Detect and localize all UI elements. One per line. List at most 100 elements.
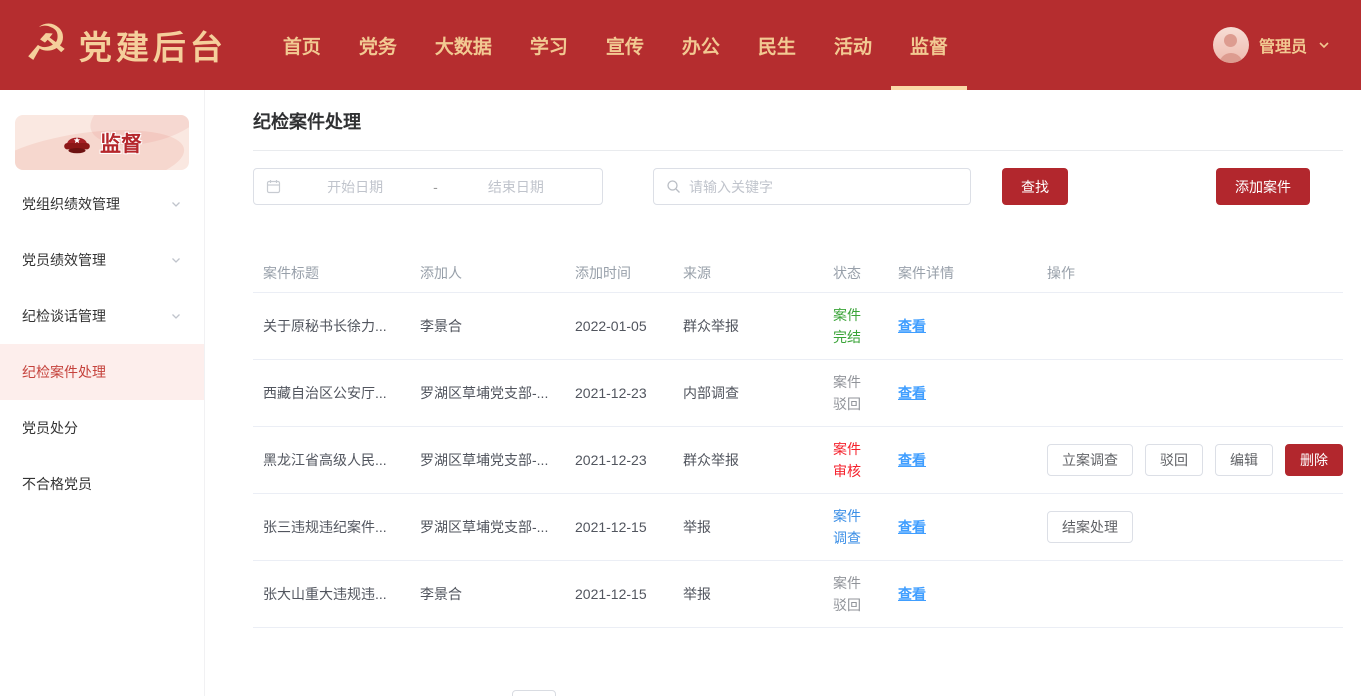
case-detail-cell: 查看 <box>890 383 1035 403</box>
action-button[interactable]: 删除 <box>1285 444 1343 476</box>
case-actions-cell: 结案处理 <box>1035 511 1343 543</box>
view-detail-link[interactable]: 查看 <box>898 318 926 334</box>
column-header: 添加人 <box>420 263 575 283</box>
case-title: 关于原秘书长徐力... <box>263 316 420 336</box>
user-menu[interactable]: 管理员 <box>1213 27 1331 63</box>
table-row: 张大山重大违规违...李景合2021-12-15举报案件驳回查看 <box>253 561 1343 628</box>
case-status-cell: 案件完结 <box>833 304 890 348</box>
case-creator: 李景合 <box>420 316 575 336</box>
nav-item-4[interactable]: 学习 <box>530 0 568 90</box>
sidebar-item-4[interactable]: 纪检案件处理 <box>0 344 204 400</box>
sidebar-item-label: 党组织绩效管理 <box>22 194 120 214</box>
keyword-search[interactable] <box>653 168 971 205</box>
nav-item-5[interactable]: 宣传 <box>606 0 644 90</box>
chevron-down-icon <box>1317 38 1331 52</box>
case-source: 举报 <box>683 517 833 537</box>
action-button[interactable]: 结案处理 <box>1047 511 1133 543</box>
title-divider <box>253 150 1343 151</box>
date-range-picker[interactable]: - <box>253 168 603 205</box>
column-header: 案件详情 <box>890 263 1035 283</box>
column-header: 操作 <box>1035 263 1343 283</box>
status-badge: 案件审核 <box>833 438 869 482</box>
table-row: 张三违规违纪案件...罗湖区草埔党支部-...2021-12-15举报案件调查查… <box>253 494 1343 561</box>
end-date-input[interactable] <box>442 179 590 195</box>
start-date-input[interactable] <box>281 179 429 195</box>
nav-item-6[interactable]: 办公 <box>682 0 720 90</box>
table-row: 西藏自治区公安厅...罗湖区草埔党支部-...2021-12-23内部调查案件驳… <box>253 360 1343 427</box>
case-title: 黑龙江省高级人民... <box>263 450 420 470</box>
top-header: ☭ 党建后台 首页党务大数据学习宣传办公民生活动监督 管理员 <box>0 0 1361 90</box>
party-emblem-icon: ☭ <box>24 18 69 68</box>
date-separator: - <box>429 179 442 195</box>
nav-item-8[interactable]: 活动 <box>834 0 872 90</box>
case-source: 群众举报 <box>683 316 833 336</box>
case-detail-cell: 查看 <box>890 517 1035 537</box>
supervision-cap-icon <box>62 131 92 154</box>
column-header: 案件标题 <box>263 263 420 283</box>
table-header: 案件标题添加人添加时间来源状态案件详情操作 <box>253 253 1343 293</box>
case-date: 2022-01-05 <box>575 318 683 334</box>
page-title: 纪检案件处理 <box>253 108 1343 134</box>
table-row: 关于原秘书长徐力...李景合2022-01-05群众举报案件完结 查看 <box>253 293 1343 360</box>
add-case-button[interactable]: 添加案件 <box>1216 168 1310 205</box>
app-title: 党建后台 <box>79 21 227 69</box>
view-detail-link[interactable]: 查看 <box>898 586 926 602</box>
sidebar-item-5[interactable]: 党员处分 <box>0 400 204 456</box>
keyword-input[interactable] <box>689 179 958 195</box>
view-detail-link[interactable]: 查看 <box>898 385 926 401</box>
nav-item-9[interactable]: 监督 <box>910 0 948 90</box>
status-badge: 案件完结 <box>833 304 869 348</box>
action-button[interactable]: 编辑 <box>1215 444 1273 476</box>
view-detail-link[interactable]: 查看 <box>898 519 926 535</box>
chevron-down-icon <box>170 254 182 266</box>
nav-item-2[interactable]: 党务 <box>359 0 397 90</box>
case-creator: 罗湖区草埔党支部-... <box>420 383 575 403</box>
nav-item-3[interactable]: 大数据 <box>435 0 492 90</box>
user-name: 管理员 <box>1259 33 1307 57</box>
sidebar-item-label: 党员处分 <box>22 418 78 438</box>
case-detail-cell: 查看 <box>890 584 1035 604</box>
case-actions-cell: 立案调查驳回编辑删除 <box>1035 444 1343 476</box>
app-logo[interactable]: ☭ 党建后台 <box>24 20 227 70</box>
sidebar: 监督 党组织绩效管理党员绩效管理纪检谈话管理纪检案件处理党员处分不合格党员 <box>0 90 205 696</box>
sidebar-item-label: 纪检案件处理 <box>22 362 106 382</box>
avatar <box>1213 27 1249 63</box>
column-header: 状态 <box>833 263 890 283</box>
case-status-cell: 案件驳回 <box>833 371 890 415</box>
table-body: 关于原秘书长徐力...李景合2022-01-05群众举报案件完结查看西藏自治区公… <box>253 293 1343 628</box>
case-date: 2021-12-15 <box>575 519 683 535</box>
column-header: 来源 <box>683 263 833 283</box>
action-button[interactable]: 立案调查 <box>1047 444 1133 476</box>
case-status-cell: 案件审核 <box>833 438 890 482</box>
case-title: 张大山重大违规违... <box>263 584 420 604</box>
case-source: 举报 <box>683 584 833 604</box>
case-detail-cell: 查看 <box>890 450 1035 470</box>
case-source: 内部调查 <box>683 383 833 403</box>
case-date: 2021-12-23 <box>575 385 683 401</box>
column-header: 添加时间 <box>575 263 683 283</box>
action-button[interactable]: 驳回 <box>1145 444 1203 476</box>
main-content: 纪检案件处理 - <box>205 90 1361 696</box>
search-button[interactable]: 查找 <box>1002 168 1068 205</box>
chevron-down-icon <box>170 198 182 210</box>
sidebar-item-6[interactable]: 不合格党员 <box>0 456 204 512</box>
case-creator: 罗湖区草埔党支部-... <box>420 517 575 537</box>
case-detail-cell: 查看 <box>890 316 1035 336</box>
case-title: 西藏自治区公安厅... <box>263 383 420 403</box>
pagination-page-button[interactable] <box>512 690 556 696</box>
sidebar-banner-label: 监督 <box>100 128 142 158</box>
view-detail-link[interactable]: 查看 <box>898 452 926 468</box>
status-badge: 案件驳回 <box>833 572 869 616</box>
case-creator: 罗湖区草埔党支部-... <box>420 450 575 470</box>
sidebar-item-2[interactable]: 党员绩效管理 <box>0 232 204 288</box>
sidebar-item-1[interactable]: 党组织绩效管理 <box>0 176 204 232</box>
nav-item-7[interactable]: 民生 <box>758 0 796 90</box>
app-window: ☭ 党建后台 首页党务大数据学习宣传办公民生活动监督 管理员 <box>0 0 1361 696</box>
nav-item-1[interactable]: 首页 <box>283 0 321 90</box>
sidebar-item-3[interactable]: 纪检谈话管理 <box>0 288 204 344</box>
search-icon <box>666 179 681 194</box>
main-nav: 首页党务大数据学习宣传办公民生活动监督 <box>283 0 986 90</box>
case-status-cell: 案件驳回 <box>833 572 890 616</box>
sidebar-menu: 党组织绩效管理党员绩效管理纪检谈话管理纪检案件处理党员处分不合格党员 <box>0 172 204 512</box>
table-row: 黑龙江省高级人民...罗湖区草埔党支部-...2021-12-23群众举报案件审… <box>253 427 1343 494</box>
